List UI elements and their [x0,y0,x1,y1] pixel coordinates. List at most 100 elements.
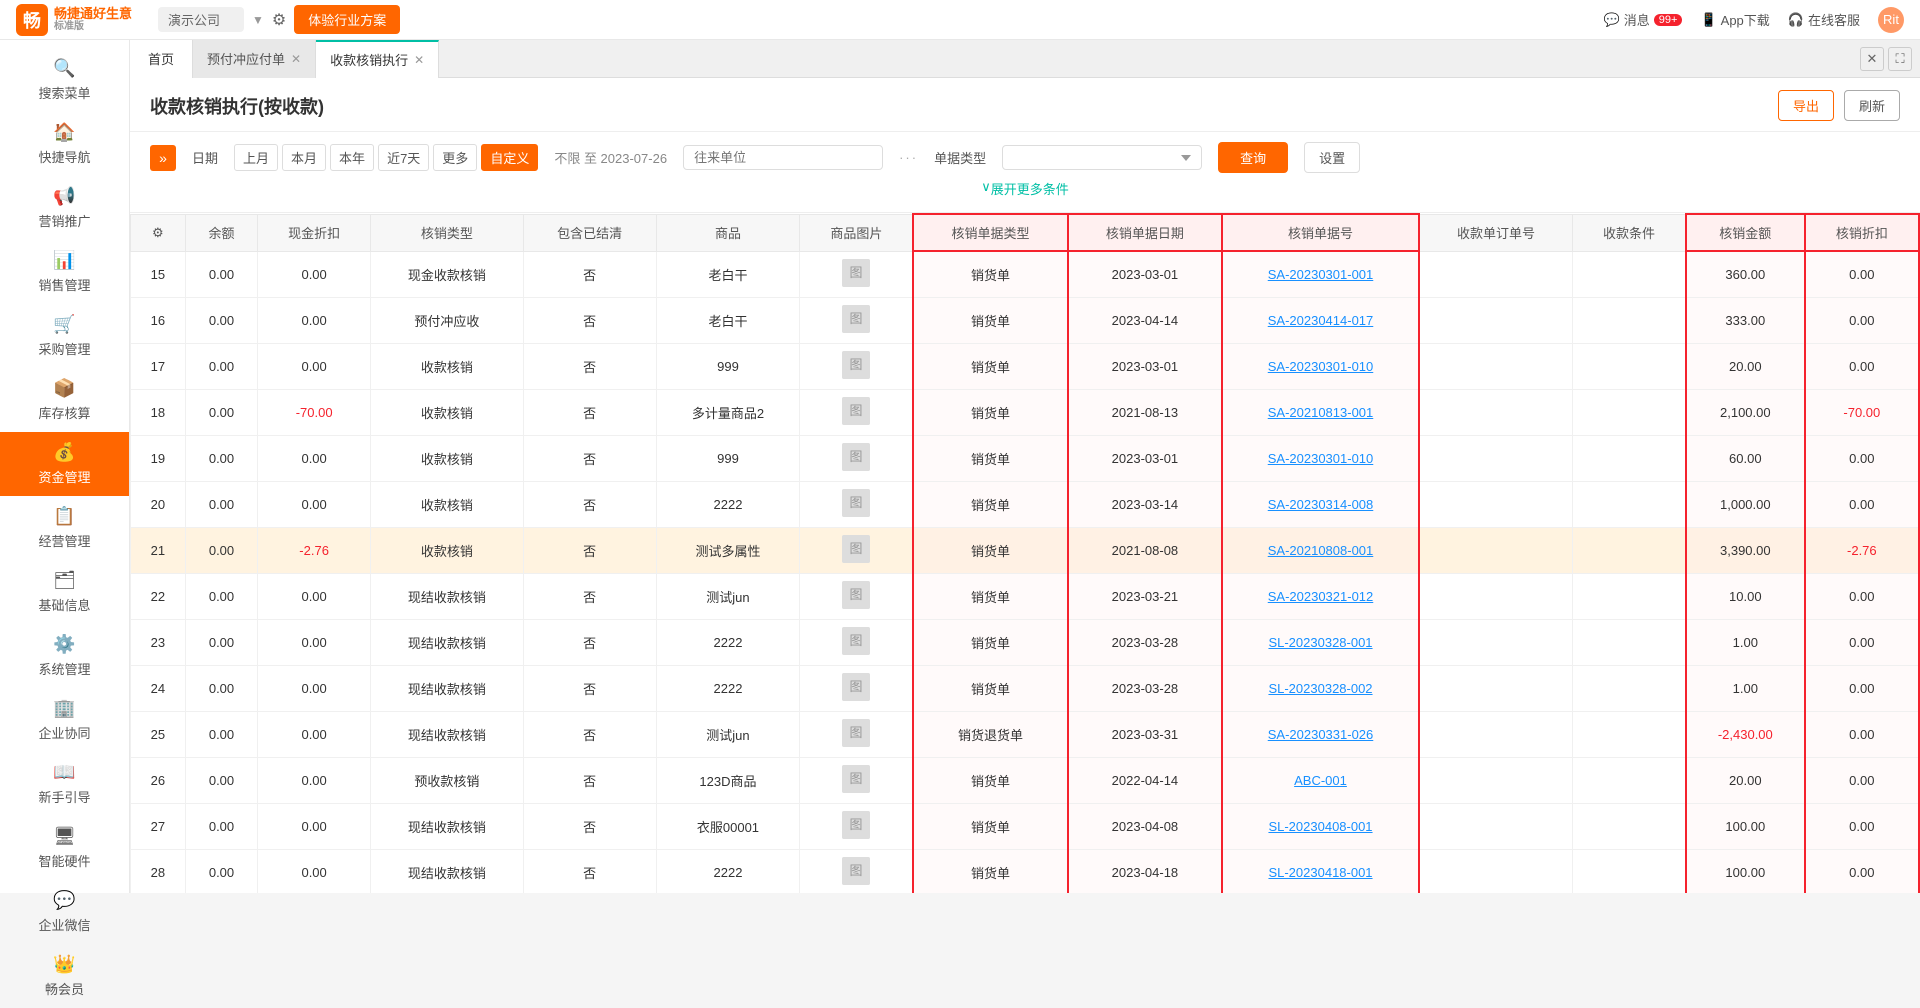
sidebar-item-sales[interactable]: 📊 销售管理 [0,240,129,304]
row-settled: 否 [523,711,656,757]
bill-no-link[interactable]: SL-20230408-001 [1268,819,1372,834]
row-cancel-amount: 20.00 [1686,343,1805,389]
bill-no-link[interactable]: SL-20230328-002 [1268,681,1372,696]
row-bill-no[interactable]: SL-20230418-001 [1222,849,1419,893]
sidebar-item-wechat[interactable]: 💬 企业微信 [0,880,129,944]
row-bill-no[interactable]: SA-20230301-001 [1222,251,1419,297]
industry-btn[interactable]: 体验行业方案 [294,5,400,34]
row-bill-no[interactable]: SA-20230301-010 [1222,343,1419,389]
bill-type-select[interactable] [1002,145,1202,170]
query-button[interactable]: 查询 [1218,142,1288,173]
sidebar-item-quicknav[interactable]: 🏠 快捷导航 [0,112,129,176]
col-cash-discount: 现金折扣 [258,214,371,251]
table-row: 240.000.00现结收款核销否2222图销货单2023-03-28SL-20… [131,665,1920,711]
row-receipt-order-no [1419,435,1573,481]
date-custom[interactable]: 自定义 [481,144,538,171]
row-cancel-discount: 0.00 [1805,803,1919,849]
bill-no-link[interactable]: SA-20230414-017 [1268,313,1374,328]
row-bill-no[interactable]: SL-20230328-001 [1222,619,1419,665]
row-bill-no[interactable]: SA-20230314-008 [1222,481,1419,527]
bill-no-link[interactable]: SA-20230301-010 [1268,359,1374,374]
settings-button[interactable]: 设置 [1304,142,1360,173]
filter-expand-btn[interactable]: » [150,145,176,171]
date-7days[interactable]: 近7天 [378,144,429,171]
export-button[interactable]: 导出 [1778,90,1834,121]
sidebar-item-marketing[interactable]: 📢 营销推广 [0,176,129,240]
settings-icon[interactable]: ⚙ [272,10,286,30]
row-goods: 999 [656,343,800,389]
row-goods-img: 图 [800,573,913,619]
app-sub: 标准版 [54,21,132,33]
tab-receipt[interactable]: 收款核销执行 ✕ [316,40,439,78]
bill-no-link[interactable]: SA-20230301-001 [1268,267,1374,282]
bill-no-link[interactable]: SL-20230328-001 [1268,635,1372,650]
bill-no-link[interactable]: SA-20210808-001 [1268,543,1374,558]
tab-prepay[interactable]: 预付冲应付单 ✕ [193,40,316,78]
row-bill-no[interactable]: SL-20230328-002 [1222,665,1419,711]
sidebar-label-member: 畅会员 [45,979,84,998]
sidebar-item-finance[interactable]: 💰 资金管理 [0,432,129,496]
wechat-icon: 💬 [53,890,75,911]
sidebar-item-inventory[interactable]: 📦 库存核算 [0,368,129,432]
row-bill-no[interactable]: SA-20230301-010 [1222,435,1419,481]
row-bill-no[interactable]: SA-20230321-012 [1222,573,1419,619]
sidebar-item-operations[interactable]: 📋 经营管理 [0,496,129,560]
sidebar-item-system[interactable]: ⚙️ 系统管理 [0,624,129,688]
col-settled: 包含已结清 [523,214,656,251]
date-this-month[interactable]: 本月 [282,144,326,171]
tab-prepay-close[interactable]: ✕ [291,52,301,66]
row-receipt-order-no [1419,665,1573,711]
sidebar-item-search[interactable]: 🔍 搜索菜单 [0,48,129,112]
avatar[interactable]: Rit [1878,7,1904,33]
row-bill-no[interactable]: SA-20210808-001 [1222,527,1419,573]
from-unit-input[interactable] [683,145,883,170]
date-this-year[interactable]: 本年 [330,144,374,171]
row-goods-img: 图 [800,711,913,757]
bill-no-link[interactable]: SA-20230314-008 [1268,497,1374,512]
tab-home[interactable]: 首页 [130,40,193,78]
row-goods-img: 图 [800,849,913,893]
col-gear[interactable]: ⚙ [131,214,186,251]
col-cancel-discount: 核销折扣 [1805,214,1919,251]
svg-text:图: 图 [850,265,863,280]
date-more[interactable]: 更多 [433,144,477,171]
bill-no-link[interactable]: SA-20230321-012 [1268,589,1374,604]
row-bill-no[interactable]: SA-20230331-026 [1222,711,1419,757]
row-bill-no[interactable]: ABC-001 [1222,757,1419,803]
bill-no-link[interactable]: SL-20230418-001 [1268,865,1372,880]
sidebar-item-basic[interactable]: 🗂 基础信息 [0,560,129,624]
col-bill-no: 核销单据号 [1222,214,1419,251]
bill-no-link[interactable]: SA-20210813-001 [1268,405,1374,420]
bill-no-link[interactable]: SA-20230301-010 [1268,451,1374,466]
expand-more[interactable]: ∨ 展开更多条件 [150,173,1900,202]
table-row: 170.000.00收款核销否999图销货单2023-03-01SA-20230… [131,343,1920,389]
refresh-button[interactable]: 刷新 [1844,90,1900,121]
sidebar-item-hardware[interactable]: 🖥 智能硬件 [0,816,129,880]
company-dropdown-icon[interactable]: ▼ [252,13,264,27]
sidebar-item-member[interactable]: 👑 畅会员 [0,944,129,1008]
row-bill-type: 销货单 [913,527,1067,573]
row-bill-no[interactable]: SA-20210813-001 [1222,389,1419,435]
row-bill-no[interactable]: SL-20230408-001 [1222,803,1419,849]
bill-no-link[interactable]: SA-20230331-026 [1268,727,1374,742]
online-service-area[interactable]: 🎧 在线客服 [1788,10,1860,29]
app-download-area[interactable]: 📱 App下载 [1700,10,1769,29]
row-no: 17 [131,343,186,389]
date-last-month[interactable]: 上月 [234,144,278,171]
row-cancel-discount: 0.00 [1805,435,1919,481]
row-bill-no[interactable]: SA-20230414-017 [1222,297,1419,343]
row-cancel-amount: 333.00 [1686,297,1805,343]
window-maximize-btn[interactable]: ⛶ [1888,47,1912,71]
company-name[interactable]: 演示公司 [158,7,244,32]
tab-receipt-close[interactable]: ✕ [414,53,424,67]
sidebar-item-newbie[interactable]: 📖 新手引导 [0,752,129,816]
sidebar-item-purchase[interactable]: 🛒 采购管理 [0,304,129,368]
service-label: 在线客服 [1808,10,1860,29]
bill-no-link[interactable]: ABC-001 [1294,773,1347,788]
message-label: 消息 [1624,10,1650,29]
message-area[interactable]: 💬 消息 99+ [1604,10,1683,29]
row-goods: 老白干 [656,251,800,297]
row-cash-discount: 0.00 [258,481,371,527]
window-close-btn[interactable]: ✕ [1860,47,1884,71]
sidebar-item-corp[interactable]: 🏢 企业协同 [0,688,129,752]
